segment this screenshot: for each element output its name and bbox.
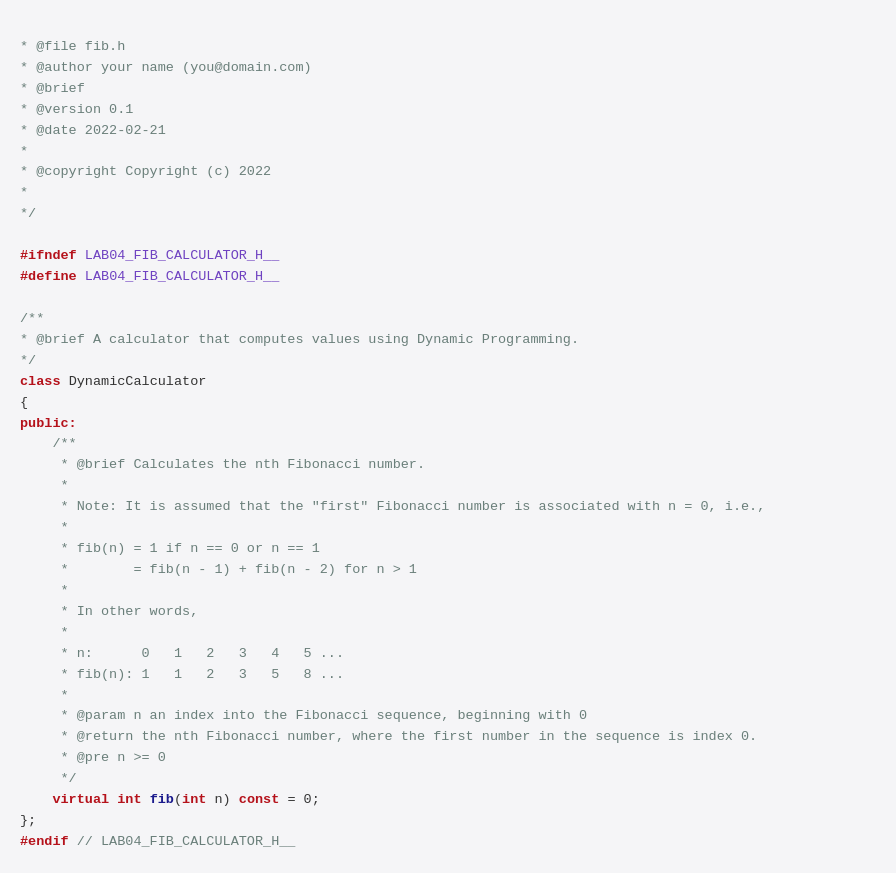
virtual-keyword: virtual — [52, 792, 109, 807]
method-doc-star5: * — [20, 688, 69, 703]
int-param-keyword: int — [182, 792, 206, 807]
line-comment-9: */ — [20, 206, 36, 221]
endif-comment: // LAB04_FIB_CALCULATOR_H__ — [69, 834, 296, 849]
doc-comment-open: /** — [20, 311, 44, 326]
int-keyword: int — [117, 792, 141, 807]
method-doc-fib2: * = fib(n - 1) + fib(n - 2) for n > 1 — [20, 562, 417, 577]
doc-comment-close: */ — [20, 353, 36, 368]
open-brace: { — [20, 395, 28, 410]
fib-method: fib — [150, 792, 174, 807]
access-modifier: public: — [20, 416, 77, 431]
method-doc-note: * Note: It is assumed that the "first" F… — [20, 499, 765, 514]
method-doc-words: * In other words, — [20, 604, 198, 619]
define-directive: #define — [20, 269, 77, 284]
line-comment-7: * @copyright Copyright (c) 2022 — [20, 164, 271, 179]
line-comment-5: * @date 2022-02-21 — [20, 123, 166, 138]
method-doc-return: * @return the nth Fibonacci number, wher… — [20, 729, 757, 744]
line-comment-1: * @file fib.h — [20, 39, 125, 54]
method-doc-n-row: * n: 0 1 2 3 4 5 ... — [20, 646, 344, 661]
method-doc-star3: * — [20, 583, 69, 598]
method-doc-close: */ — [20, 771, 77, 786]
method-doc-param: * @param n an index into the Fibonacci s… — [20, 708, 587, 723]
method-doc-open: /** — [20, 436, 77, 451]
line-comment-2: * @author your name (you@domain.com) — [20, 60, 312, 75]
line-comment-8: * — [20, 185, 28, 200]
line-comment-3: * @brief — [20, 81, 85, 96]
close-brace-semi: }; — [20, 813, 36, 828]
method-doc-brief: * @brief Calculates the nth Fibonacci nu… — [20, 457, 425, 472]
code-content: * @file fib.h * @author your name (you@d… — [20, 16, 876, 873]
ifndef-macro: LAB04_FIB_CALCULATOR_H__ — [85, 248, 279, 263]
method-doc-star1: * — [20, 478, 69, 493]
method-doc-star2: * — [20, 520, 69, 535]
method-doc-star4: * — [20, 625, 69, 640]
doc-comment-brief: * @brief A calculator that computes valu… — [20, 332, 579, 347]
class-name: DynamicCalculator — [69, 374, 207, 389]
define-macro: LAB04_FIB_CALCULATOR_H__ — [85, 269, 279, 284]
endif-directive: #endif — [20, 834, 69, 849]
line-comment-6: * — [20, 144, 28, 159]
method-doc-pre: * @pre n >= 0 — [20, 750, 166, 765]
class-keyword: class — [20, 374, 61, 389]
method-doc-fib1: * fib(n) = 1 if n == 0 or n == 1 — [20, 541, 320, 556]
line-comment-4: * @version 0.1 — [20, 102, 133, 117]
method-indent — [20, 792, 52, 807]
method-doc-fibn-row: * fib(n): 1 1 2 3 5 8 ... — [20, 667, 344, 682]
ifndef-directive: #ifndef — [20, 248, 77, 263]
code-editor: * @file fib.h * @author your name (you@d… — [0, 0, 896, 873]
const-keyword: const — [239, 792, 280, 807]
